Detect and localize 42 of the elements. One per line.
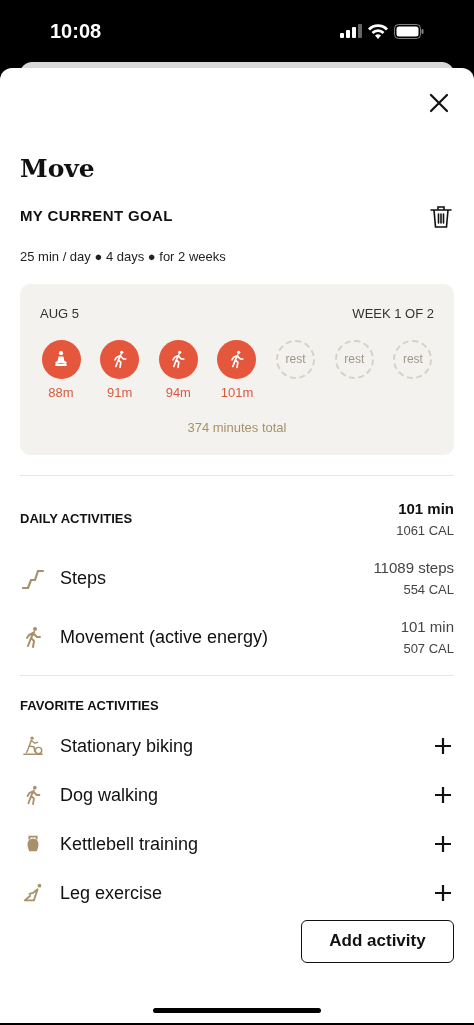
- activity-calories: 507 CAL: [403, 639, 454, 658]
- activity-icon: [20, 735, 46, 757]
- activity-name: Stationary biking: [60, 734, 194, 758]
- activity-name: Movement (active energy): [60, 625, 269, 649]
- add-icon[interactable]: [434, 736, 454, 756]
- activity-name: Kettlebell training: [60, 832, 199, 856]
- activity-name: Leg exercise: [60, 881, 163, 905]
- goal-summary: 25 min / day ● 4 days ● for 2 weeks: [20, 247, 227, 266]
- daily-total-minutes: 101 min: [398, 499, 454, 519]
- status-time: 10:08: [50, 19, 102, 44]
- add-icon[interactable]: [434, 883, 454, 903]
- activity-name: Steps: [60, 566, 107, 590]
- week-total: 374 minutes total: [186, 418, 288, 437]
- activity-name: Dog walking: [60, 783, 159, 807]
- day-minutes: 91m: [107, 383, 133, 402]
- day-minutes: 94m: [165, 383, 191, 402]
- week-date: AUG 5: [40, 305, 79, 323]
- activity-value: 101 min: [400, 617, 454, 637]
- add-activity-button[interactable]: Add activity: [301, 919, 454, 963]
- rest-day: rest: [276, 339, 316, 379]
- rest-day: rest: [334, 339, 374, 379]
- add-icon[interactable]: [434, 785, 454, 805]
- page-title: Move: [20, 153, 96, 185]
- section-heading: FAVORITE ACTIVITIES: [20, 697, 160, 715]
- activity-value: 11089 steps: [373, 558, 454, 578]
- activity-day-icon: [100, 339, 140, 379]
- activity-calories: 554 CAL: [403, 580, 454, 599]
- day-minutes: 88m: [48, 383, 74, 402]
- activity-day-icon: [41, 339, 81, 379]
- section-heading: DAILY ACTIVITIES: [20, 510, 133, 529]
- rest-day: rest: [393, 339, 433, 379]
- day-minutes: 101m: [220, 383, 254, 402]
- add-icon[interactable]: [434, 834, 454, 854]
- daily-total-calories: 1061 CAL: [396, 521, 454, 540]
- week-label: WEEK 1 OF 2: [352, 305, 434, 323]
- activity-day-icon: [158, 339, 198, 379]
- section-heading: MY CURRENT GOAL: [20, 206, 173, 227]
- battery-icon: [394, 23, 424, 39]
- signal-icon: [340, 24, 362, 38]
- activity-day-icon: [217, 339, 257, 379]
- trash-icon[interactable]: [430, 203, 454, 230]
- wifi-icon: [368, 23, 388, 39]
